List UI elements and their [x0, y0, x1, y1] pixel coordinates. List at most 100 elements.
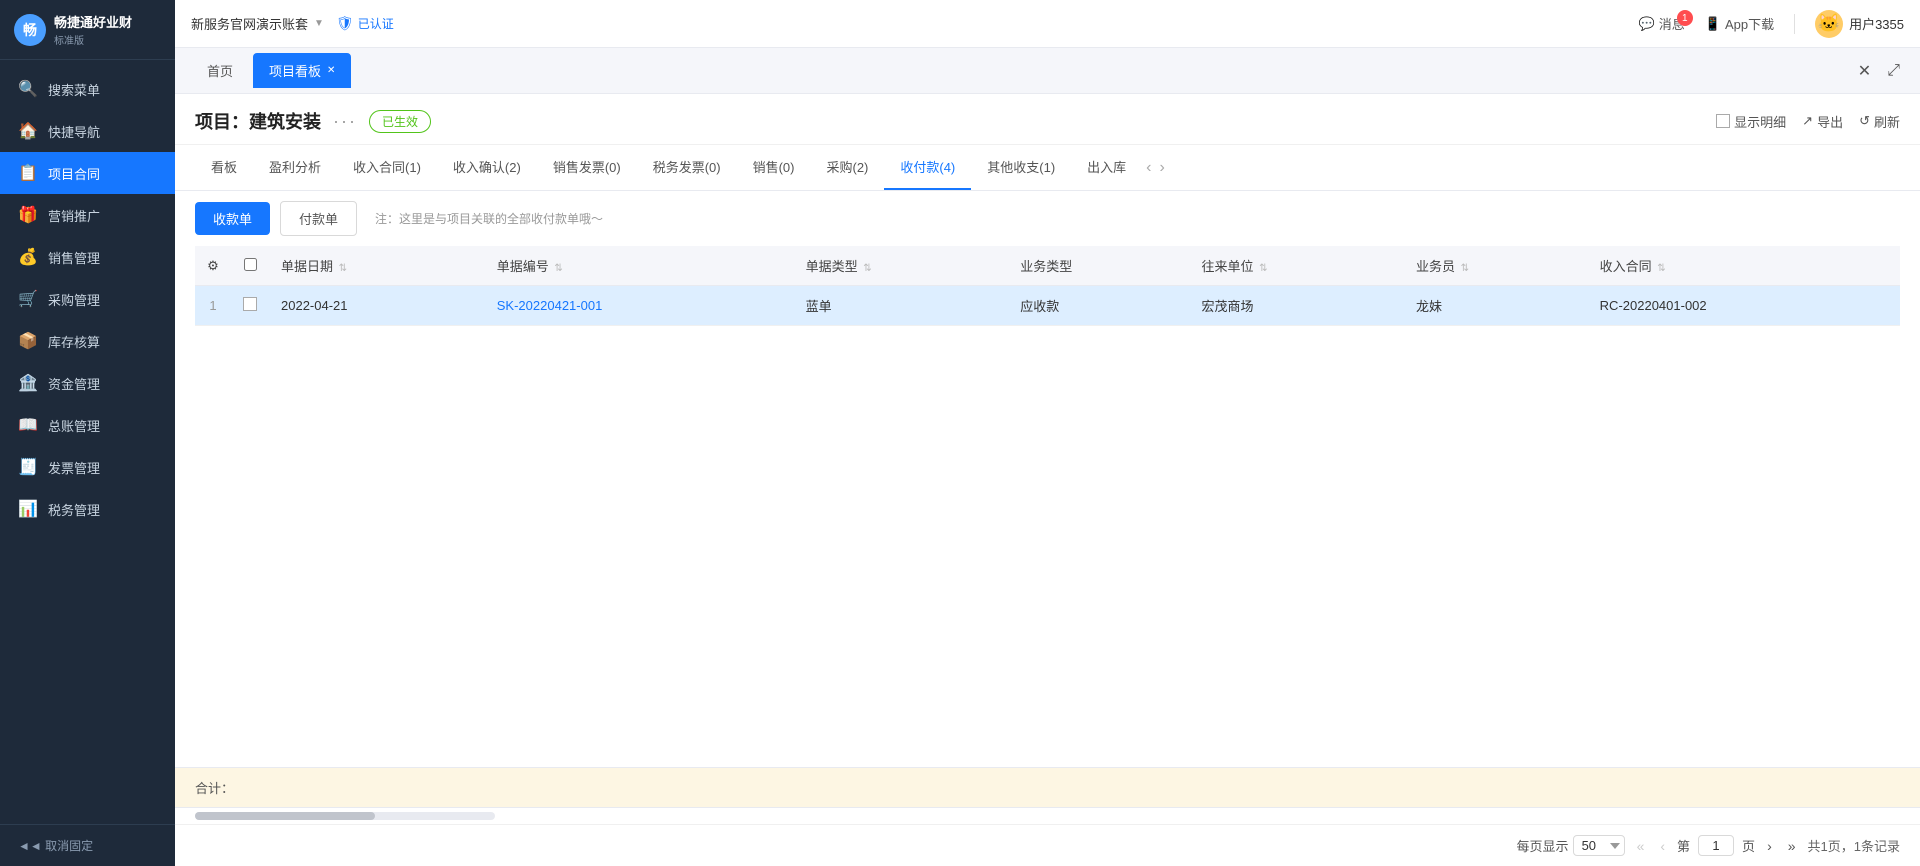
- td-check[interactable]: [231, 286, 269, 326]
- row-checkbox[interactable]: [243, 297, 257, 311]
- subtab-sales-invoice[interactable]: 销售发票(0): [537, 145, 637, 190]
- maximize-window-btn[interactable]: ⤢: [1883, 57, 1904, 85]
- topbar-message-btn[interactable]: 💬 消息 1: [1639, 14, 1685, 33]
- sidebar-title-wrap: 畅捷通好业财 标准版: [54, 12, 132, 47]
- purchase-icon: 🛒: [18, 289, 38, 309]
- refresh-label: 刷新: [1874, 112, 1900, 131]
- subtab-income-confirm[interactable]: 收入确认(2): [437, 145, 537, 190]
- sidebar-item-ledger[interactable]: 📖 总账管理: [0, 404, 175, 446]
- subtab-sales[interactable]: 销售(0): [737, 145, 811, 190]
- subtab-inout[interactable]: 出入库: [1071, 145, 1142, 190]
- table-row[interactable]: 1 2022-04-21 SK-20220421-001 蓝单 应收款 宏茂商场…: [195, 286, 1900, 326]
- export-label: 导出: [1817, 112, 1843, 131]
- tax-icon: 📊: [18, 499, 38, 519]
- tab-home[interactable]: 首页: [191, 53, 249, 88]
- show-detail-checkbox[interactable]: 显示明细: [1716, 112, 1786, 131]
- th-gear[interactable]: ⚙: [195, 246, 231, 286]
- sidebar-item-label-inventory: 库存核算: [48, 332, 100, 351]
- th-number[interactable]: 单据编号 ⇅: [485, 246, 794, 286]
- last-page-btn[interactable]: »: [1784, 836, 1800, 856]
- close-window-btn[interactable]: ✕: [1854, 57, 1875, 85]
- tab-project-board-close-icon[interactable]: ✕: [327, 65, 335, 76]
- subtab-board[interactable]: 看板: [195, 145, 253, 190]
- sidebar-footer[interactable]: ◄◄ 取消固定: [0, 824, 175, 866]
- page-size-select[interactable]: 50 10 20 100: [1573, 835, 1625, 856]
- sort-type-icon: ⇅: [863, 263, 871, 274]
- tab-project-board[interactable]: 项目看板 ✕: [253, 53, 351, 88]
- th-type[interactable]: 单据类型 ⇅: [794, 246, 1009, 286]
- scrollbar-thumb[interactable]: [195, 812, 375, 820]
- subtab-other[interactable]: 其他收支(1): [971, 145, 1071, 190]
- sidebar-item-inventory[interactable]: 📦 库存核算: [0, 320, 175, 362]
- page-size-wrap: 每页显示 50 10 20 100: [1517, 835, 1625, 856]
- sidebar-item-capital[interactable]: 🏦 资金管理: [0, 362, 175, 404]
- sidebar-footer-label: ◄◄ 取消固定: [18, 837, 93, 854]
- subtab-purchase[interactable]: 采购(2): [810, 145, 884, 190]
- first-page-btn[interactable]: «: [1633, 836, 1649, 856]
- topbar-user-label: 用户3355: [1849, 14, 1904, 33]
- export-btn[interactable]: ↗ 导出: [1802, 112, 1843, 131]
- refresh-btn[interactable]: ↺ 刷新: [1859, 112, 1900, 131]
- topbar-account-name: 新服务官网演示账套: [191, 14, 308, 33]
- sidebar-item-label-search: 搜索菜单: [48, 80, 100, 99]
- receipt-btn[interactable]: 收款单: [195, 202, 270, 235]
- document-number-link[interactable]: SK-20220421-001: [497, 298, 603, 313]
- sidebar-item-label-quick: 快捷导航: [48, 122, 100, 141]
- subtab-income-contract[interactable]: 收入合同(1): [337, 145, 437, 190]
- sidebar-item-tax[interactable]: 📊 税务管理: [0, 488, 175, 530]
- prev-page-btn[interactable]: ‹: [1656, 836, 1669, 856]
- subtab-tax-invoice[interactable]: 税务发票(0): [637, 145, 737, 190]
- sidebar: 畅 畅捷通好业财 标准版 🔍 搜索菜单 🏠 快捷导航 📋 项目合同 🎁 营销推广…: [0, 0, 175, 866]
- subtab-receipt[interactable]: 收付款(4): [884, 145, 971, 190]
- th-income-contract[interactable]: 收入合同 ⇅: [1588, 246, 1900, 286]
- sidebar-item-search[interactable]: 🔍 搜索菜单: [0, 68, 175, 110]
- th-check: [231, 246, 269, 286]
- sidebar-subtitle: 标准版: [54, 32, 132, 47]
- td-index: 1: [195, 286, 231, 326]
- th-salesperson[interactable]: 业务员 ⇅: [1404, 246, 1588, 286]
- topbar-user-btn[interactable]: 🐱 用户3355: [1815, 10, 1904, 38]
- sidebar-item-quick[interactable]: 🏠 快捷导航: [0, 110, 175, 152]
- payment-btn[interactable]: 付款单: [280, 201, 357, 236]
- table-header-row: ⚙ 单据日期 ⇅ 单据编号 ⇅ 单据类型 ⇅ 业务类型 往来单位 ⇅ 业务员 ⇅…: [195, 246, 1900, 286]
- topbar-right: 💬 消息 1 📱 App下载 🐱 用户3355: [1639, 10, 1904, 38]
- sidebar-item-invoice[interactable]: 🧾 发票管理: [0, 446, 175, 488]
- sidebar-item-sales[interactable]: 💰 销售管理: [0, 236, 175, 278]
- scrollbar-track[interactable]: [195, 812, 495, 820]
- check-all-checkbox[interactable]: [244, 258, 257, 271]
- topbar-account[interactable]: 新服务官网演示账套 ▼: [191, 14, 324, 33]
- sidebar-item-label-invoice: 发票管理: [48, 458, 100, 477]
- subtab-profit[interactable]: 盈利分析: [253, 145, 337, 190]
- sidebar-header: 畅 畅捷通好业财 标准版: [0, 0, 175, 60]
- project-more-btn[interactable]: ···: [333, 111, 357, 132]
- topbar-app-btn[interactable]: 📱 App下载: [1705, 14, 1774, 33]
- th-partner[interactable]: 往来单位 ⇅: [1189, 246, 1404, 286]
- certified-shield-icon: 🛡: [336, 15, 354, 32]
- message-icon: 💬: [1639, 16, 1655, 32]
- sidebar-item-marketing[interactable]: 🎁 营销推广: [0, 194, 175, 236]
- sort-number-icon: ⇅: [554, 263, 562, 274]
- subtab-prev-btn[interactable]: ‹: [1142, 151, 1155, 185]
- avatar: 🐱: [1815, 10, 1843, 38]
- sidebar-nav: 🔍 搜索菜单 🏠 快捷导航 📋 项目合同 🎁 营销推广 💰 销售管理 🛒 采购管…: [0, 60, 175, 824]
- sidebar-item-purchase[interactable]: 🛒 采购管理: [0, 278, 175, 320]
- subtab-bar: 看板盈利分析收入合同(1)收入确认(2)销售发票(0)税务发票(0)销售(0)采…: [175, 145, 1920, 191]
- td-number[interactable]: SK-20220421-001: [485, 286, 794, 326]
- sidebar-title: 畅捷通好业财: [54, 12, 132, 31]
- table-wrap: ⚙ 单据日期 ⇅ 单据编号 ⇅ 单据类型 ⇅ 业务类型 往来单位 ⇅ 业务员 ⇅…: [175, 246, 1920, 767]
- sidebar-item-label-capital: 资金管理: [48, 374, 100, 393]
- phone-icon: 📱: [1705, 16, 1721, 32]
- next-page-btn[interactable]: ›: [1763, 836, 1776, 856]
- marketing-icon: 🎁: [18, 205, 38, 225]
- project-status-badge: 已生效: [369, 110, 431, 133]
- page-number-input[interactable]: [1698, 835, 1734, 856]
- page-size-label: 每页显示: [1517, 836, 1569, 855]
- sidebar-item-contract[interactable]: 📋 项目合同: [0, 152, 175, 194]
- sidebar-item-label-purchase: 采购管理: [48, 290, 100, 309]
- project-name: 建筑安装: [249, 112, 321, 132]
- sort-salesperson-icon: ⇅: [1461, 263, 1469, 274]
- tab-project-board-label: 项目看板: [269, 61, 321, 80]
- th-date[interactable]: 单据日期 ⇅: [269, 246, 485, 286]
- search-icon: 🔍: [18, 79, 38, 99]
- subtab-next-btn[interactable]: ›: [1156, 151, 1169, 185]
